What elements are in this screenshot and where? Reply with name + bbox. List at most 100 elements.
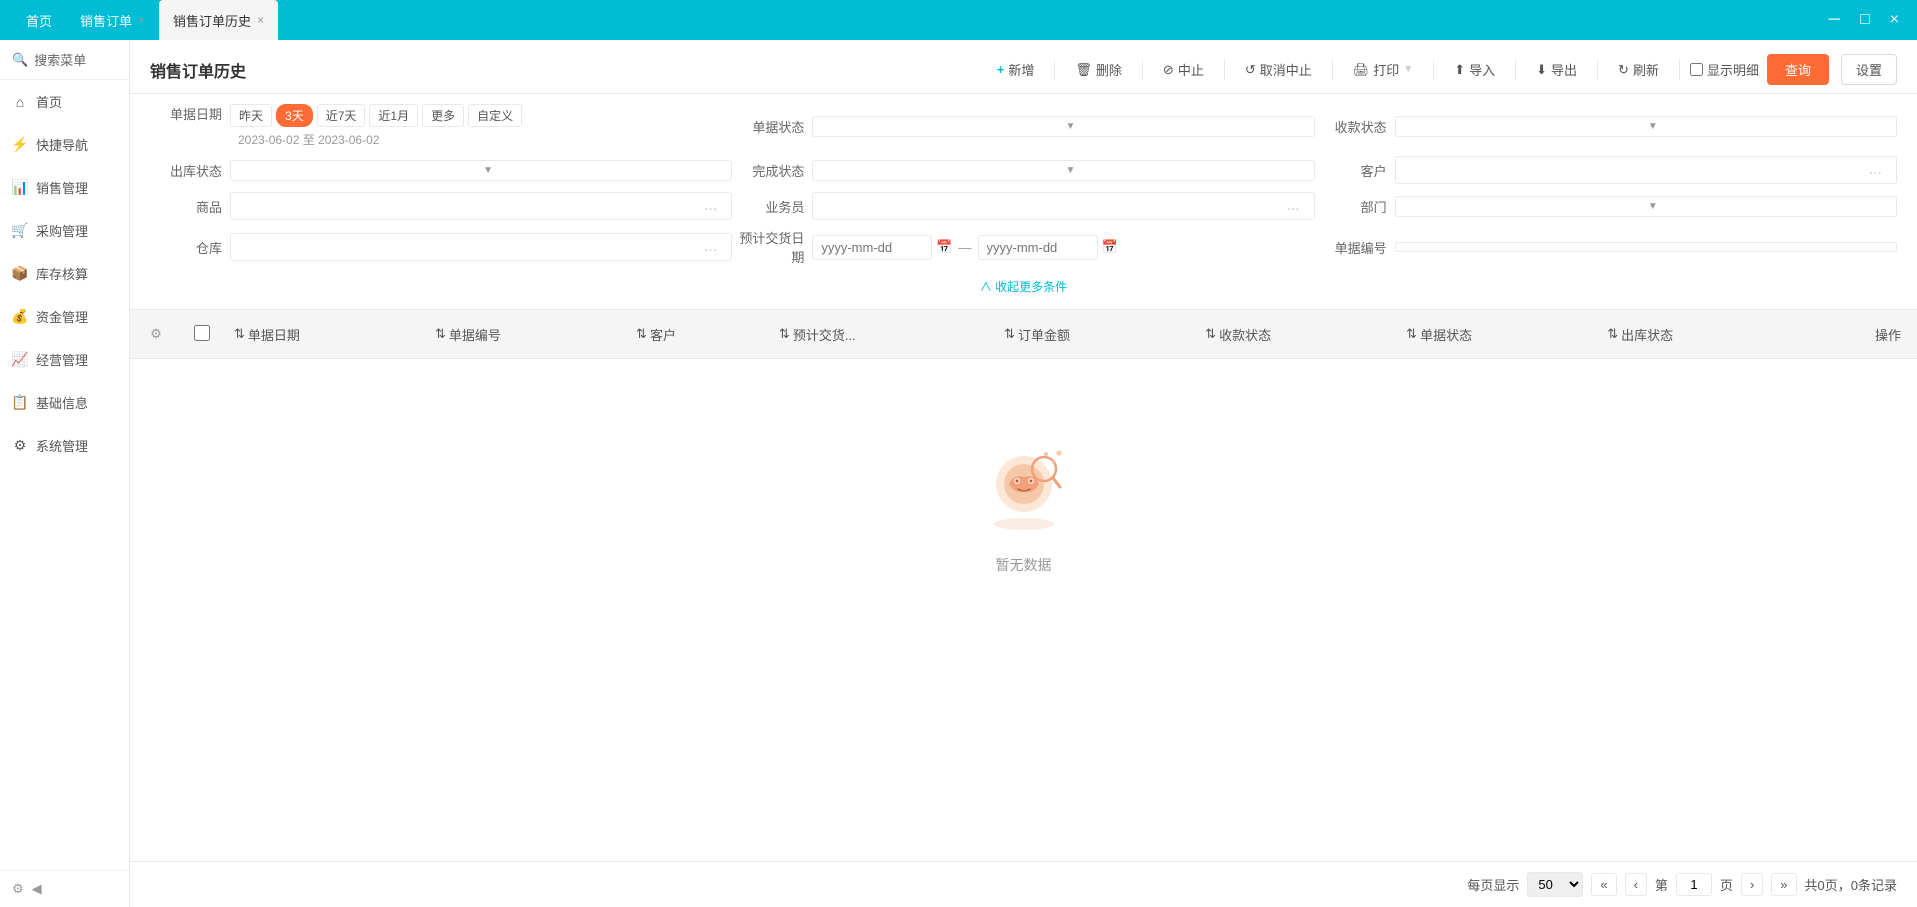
window-close[interactable]: ×: [1884, 9, 1905, 31]
sidebar-item-finance[interactable]: 💰 资金管理: [0, 295, 129, 338]
out-status-select[interactable]: ▼: [230, 160, 732, 181]
sidebar-search[interactable]: 🔍 搜索菜单: [0, 40, 129, 80]
sidebar-item-sales[interactable]: 📊 销售管理: [0, 166, 129, 209]
refresh-button[interactable]: ↻ 刷新: [1608, 55, 1669, 84]
th-bill-status[interactable]: ⇅ 单据状态: [1394, 310, 1595, 359]
divider-1: [1054, 60, 1055, 80]
last-page-btn[interactable]: »: [1771, 873, 1796, 896]
empty-text: 暂无数据: [996, 555, 1052, 575]
th-out-status[interactable]: ⇅ 出库状态: [1595, 310, 1796, 359]
divider-4: [1332, 60, 1333, 80]
delete-button[interactable]: 🗑 删除: [1065, 55, 1132, 84]
window-maximize[interactable]: □: [1854, 9, 1876, 31]
goods-label: 商品: [150, 197, 230, 216]
import-button[interactable]: ⬆ 导入: [1444, 55, 1505, 84]
th-bill-date[interactable]: ⇅ 单据日期: [222, 310, 423, 359]
sidebar-item-home[interactable]: ⌂ 首页: [0, 80, 129, 123]
page-number-input[interactable]: [1676, 873, 1712, 896]
date-range-display: 2023-06-02 至 2023-06-02: [238, 131, 522, 148]
stop-button[interactable]: ⊘ 中止: [1153, 55, 1214, 84]
th-bill-no[interactable]: ⇅ 单据编号: [423, 310, 624, 359]
finance-icon: 💰: [12, 309, 28, 325]
print-button[interactable]: 🖨 打印 ▼: [1343, 55, 1423, 84]
complete-status-select[interactable]: ▼: [812, 160, 1314, 181]
expected-date-start[interactable]: [812, 235, 932, 260]
page-size-select[interactable]: 50 10 20 100: [1527, 872, 1583, 897]
cal-end-icon[interactable]: 📅: [1102, 239, 1118, 255]
tab-sales-order-close[interactable]: ×: [138, 13, 145, 27]
sidebar-item-basic-info[interactable]: 📋 基础信息: [0, 381, 129, 424]
divider-7: [1597, 60, 1598, 80]
tab-home[interactable]: 首页: [12, 0, 66, 40]
divider-5: [1433, 60, 1434, 80]
payment-status-select[interactable]: ▼: [1395, 116, 1897, 137]
collapse-row[interactable]: ∧ 收起更多条件: [150, 274, 1897, 299]
system-icon: ⚙: [12, 438, 28, 454]
refresh-icon: ↻: [1618, 62, 1629, 78]
sidebar-item-system[interactable]: ⚙ 系统管理: [0, 424, 129, 467]
th-expected-text: 预计交货...: [793, 325, 856, 344]
filter-row-2: 出库状态 ▼ 完成状态 ▼ 客户: [150, 156, 1897, 184]
tab-sales-order-history[interactable]: 销售订单历史 ×: [159, 0, 278, 40]
page-size-label: 每页显示: [1467, 875, 1519, 894]
date-btn-more[interactable]: 更多: [422, 104, 464, 127]
table-settings-icon[interactable]: ⚙: [142, 320, 170, 348]
th-expected-date[interactable]: ⇅ 预计交货...: [767, 310, 992, 359]
print-arrow-icon: ▼: [1403, 64, 1413, 75]
tab-sales-order[interactable]: 销售订单 ×: [66, 0, 159, 40]
sidebar-item-operations[interactable]: 📈 经营管理: [0, 338, 129, 381]
export-button[interactable]: ⬇ 导出: [1526, 55, 1587, 84]
sidebar-item-system-label: 系统管理: [36, 436, 88, 455]
th-payment-status[interactable]: ⇅ 收款状态: [1193, 310, 1394, 359]
date-btn-custom[interactable]: 自定义: [468, 104, 522, 127]
query-button[interactable]: 查询: [1767, 54, 1829, 85]
date-btn-7days[interactable]: 近7天: [317, 104, 366, 127]
operations-icon: 📈: [12, 352, 28, 368]
complete-status-label: 完成状态: [732, 161, 812, 180]
th-customer[interactable]: ⇅ 客户: [624, 310, 767, 359]
cancel-stop-icon: ↺: [1245, 62, 1256, 78]
first-page-btn[interactable]: «: [1591, 873, 1616, 896]
th-settings: ⚙: [130, 310, 182, 359]
sidebar-item-inventory[interactable]: 📦 库存核算: [0, 252, 129, 295]
divider-2: [1142, 60, 1143, 80]
th-customer-sort-icon: ⇅: [636, 326, 647, 342]
sidebar-collapse-icon[interactable]: ◀: [32, 881, 42, 897]
bill-status-select[interactable]: ▼: [812, 116, 1314, 137]
display-detail-checkbox[interactable]: [1690, 63, 1703, 76]
goods-ellipsis-icon[interactable]: ...: [698, 197, 723, 215]
filter-row-4: 仓库 ... 预计交货日期 📅 — 📅 单据编号: [150, 228, 1897, 266]
customer-ellipsis-icon[interactable]: ...: [1863, 161, 1888, 179]
filter-row-3: 商品 ... 业务员 ... 部门: [150, 192, 1897, 220]
salesperson-ellipsis-icon[interactable]: ...: [1280, 197, 1305, 215]
display-detail-checkbox-label[interactable]: 显示明细: [1690, 60, 1759, 79]
sidebar-settings-icon[interactable]: ⚙: [12, 881, 24, 897]
sidebar-item-purchase[interactable]: 🛒 采购管理: [0, 209, 129, 252]
warehouse-label: 仓库: [150, 238, 230, 257]
tab-sales-order-history-close[interactable]: ×: [257, 13, 264, 27]
dept-select[interactable]: ▼: [1395, 196, 1897, 217]
warehouse-ellipsis-icon[interactable]: ...: [698, 238, 723, 256]
content-area: 销售订单历史 + 新增 🗑 删除 ⊘ 中止 ↺: [130, 40, 1917, 907]
cancel-stop-button[interactable]: ↺ 取消中止: [1235, 55, 1322, 84]
th-order-amount[interactable]: ⇅ 订单金额: [992, 310, 1193, 359]
th-bill-date-label: ⇅: [234, 326, 245, 342]
sidebar-item-quick-nav[interactable]: ⚡ 快捷导航: [0, 123, 129, 166]
data-table: ⚙ ⇅ 单据日期 ⇅: [130, 310, 1917, 655]
prev-page-btn[interactable]: ‹: [1625, 873, 1647, 896]
quick-nav-icon: ⚡: [12, 137, 28, 153]
date-btn-3days[interactable]: 3天: [276, 104, 313, 127]
tab-sales-order-history-label: 销售订单历史: [173, 11, 251, 30]
date-btn-today[interactable]: 昨天: [230, 104, 272, 127]
window-minimize[interactable]: ─: [1823, 9, 1846, 31]
select-all-checkbox[interactable]: [194, 325, 210, 341]
inventory-icon: 📦: [12, 266, 28, 282]
cal-start-icon[interactable]: 📅: [936, 239, 952, 255]
date-btn-1month[interactable]: 近1月: [369, 104, 418, 127]
expected-date-end[interactable]: [978, 235, 1098, 260]
filter-area: 单据日期 昨天 3天 近7天 近1月 更多 自定义 2023-06-02 至 2…: [130, 94, 1917, 310]
settings-button[interactable]: 设置: [1841, 54, 1897, 85]
next-page-btn[interactable]: ›: [1741, 873, 1763, 896]
new-button[interactable]: + 新增: [987, 55, 1045, 84]
complete-status-arrow-icon: ▼: [1066, 165, 1306, 176]
